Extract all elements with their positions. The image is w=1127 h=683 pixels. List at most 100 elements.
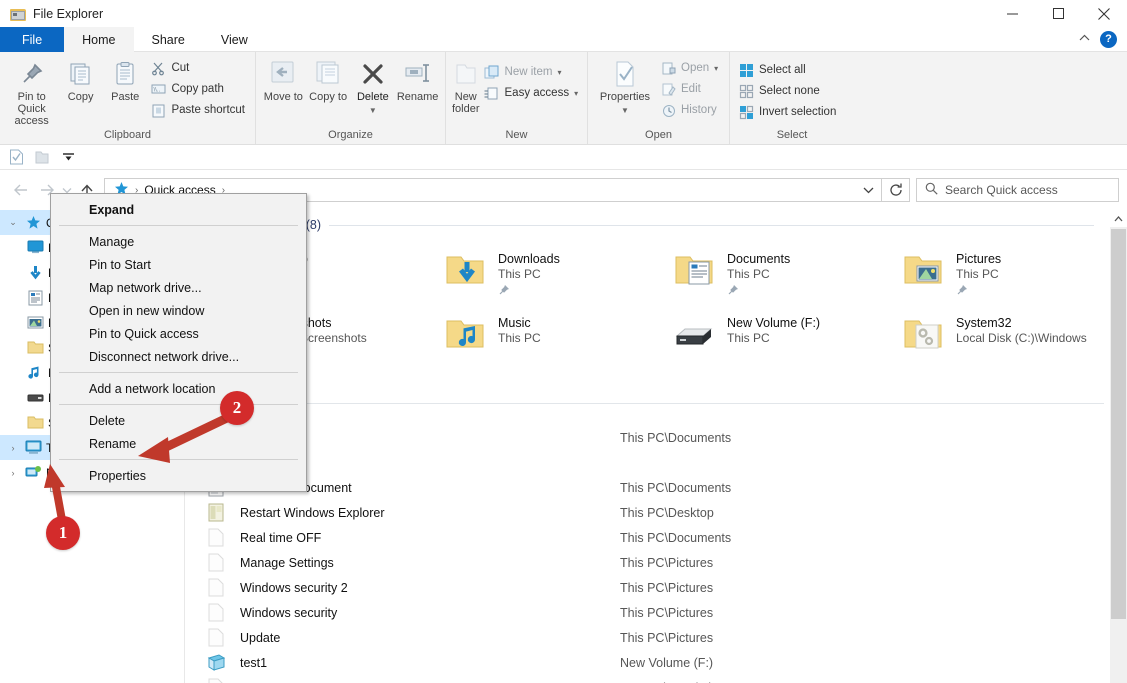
folder-tile-new-volume-f[interactable]: New Volume (F:) This PC — [673, 316, 923, 356]
rename-icon — [404, 59, 432, 89]
chevron-down-icon[interactable]: ⌄ — [6, 217, 20, 228]
button-label: History — [681, 104, 717, 116]
chevron-right-icon[interactable]: › — [6, 468, 20, 478]
downloads-icon — [26, 264, 44, 282]
table-row[interactable]: Windows security This PC\Pictures — [186, 600, 1127, 625]
button-label: Rename — [397, 91, 439, 103]
context-menu-item-map-network-drive[interactable]: Map network drive... — [51, 276, 306, 299]
file-list-pane[interactable]: ⌄ Frequent folders (8) Desktop This PC D — [186, 210, 1127, 683]
table-row[interactable]: Restart Windows Explorer This PC\Desktop — [186, 500, 1127, 525]
maximize-icon[interactable] — [1035, 0, 1081, 27]
open-icon — [660, 60, 676, 76]
folder-tile-music[interactable]: Music This PC — [444, 316, 694, 356]
table-row[interactable]: This PC\Documents — [186, 425, 1127, 450]
help-icon[interactable]: ? — [1100, 31, 1117, 48]
table-row[interactable]: Update This PC\Pictures — [186, 625, 1127, 650]
invert-selection-button[interactable]: Invert selection — [736, 103, 840, 121]
pin-to-quick-access-button[interactable]: Pin to Quick access — [6, 55, 57, 127]
context-menu-separator — [59, 372, 298, 373]
address-dropdown-icon[interactable] — [857, 179, 879, 201]
easy-access-button[interactable]: Easy access ▾ — [482, 84, 583, 102]
context-menu-item-pin-to-quick-access[interactable]: Pin to Quick access — [51, 322, 306, 345]
blank-file-icon — [206, 628, 226, 648]
open-button[interactable]: Open ▾ — [658, 59, 722, 77]
select-all-button[interactable]: Select all — [736, 61, 840, 79]
cut-button[interactable]: Cut — [148, 59, 249, 77]
copy-button[interactable]: Copy — [59, 55, 102, 103]
folder-tile-downloads[interactable]: Downloads This PC — [444, 252, 694, 299]
history-button[interactable]: History — [658, 101, 722, 119]
move-to-button[interactable]: Move to — [262, 55, 305, 103]
folder-tile-documents[interactable]: Documents This PC — [673, 252, 923, 299]
context-menu-item-open-in-new-window[interactable]: Open in new window — [51, 299, 306, 322]
minimize-icon[interactable] — [989, 0, 1035, 27]
context-menu[interactable]: Expand Manage Pin to Start Map network d… — [50, 193, 307, 492]
select-none-button[interactable]: Select none — [736, 82, 840, 100]
table-row[interactable]: test1 New Volume (F:) — [186, 650, 1127, 675]
button-label: Pin to Quick access — [6, 91, 57, 127]
edit-button[interactable]: Edit — [658, 80, 722, 98]
new-folder-button[interactable]: New folder — [452, 55, 480, 115]
context-menu-item-manage[interactable]: Manage — [51, 230, 306, 253]
rename-button[interactable]: Rename — [396, 55, 439, 103]
customize-dropdown-icon[interactable] — [58, 147, 78, 167]
vertical-scrollbar[interactable] — [1110, 210, 1127, 683]
network-icon — [24, 464, 42, 482]
chevron-up-icon[interactable] — [1110, 210, 1127, 227]
context-menu-item-expand[interactable]: Expand — [51, 198, 306, 221]
properties-button[interactable]: Properties ▼ — [594, 55, 656, 117]
tab-share[interactable]: Share — [134, 27, 203, 52]
group-divider — [329, 225, 1094, 226]
tile-name: System32 — [956, 316, 1087, 331]
chevron-down-icon[interactable]: ▼ — [369, 105, 377, 117]
folder-icon — [26, 339, 44, 357]
back-arrow-icon[interactable] — [8, 177, 34, 203]
properties-small-icon[interactable] — [6, 147, 26, 167]
delete-button[interactable]: Delete ▼ — [352, 55, 395, 117]
context-menu-item-add-a-network-location[interactable]: Add a network location — [51, 377, 306, 400]
context-menu-item-rename[interactable]: Rename — [51, 432, 306, 455]
quick-access-star-icon — [24, 214, 42, 232]
blank-file-icon — [206, 528, 226, 548]
table-row[interactable]: New Text Document This PC\Documents — [186, 475, 1127, 500]
table-row[interactable]: WINDOWS 10 HD New Volume (F:) — [186, 675, 1127, 683]
paste-button[interactable]: Paste — [104, 55, 147, 103]
chevron-right-icon[interactable]: › — [6, 443, 20, 453]
copy-path-button[interactable]: \\.. Copy path — [148, 80, 249, 98]
context-menu-item-delete[interactable]: Delete — [51, 409, 306, 432]
paste-shortcut-button[interactable]: Paste shortcut — [148, 101, 249, 119]
button-label: Copy path — [171, 83, 223, 95]
refresh-icon[interactable] — [882, 178, 910, 202]
table-row[interactable]: Real time OFF This PC\Documents — [186, 525, 1127, 550]
copy-icon — [68, 59, 94, 89]
scrollbar-thumb[interactable] — [1111, 229, 1126, 619]
context-menu-item-properties[interactable]: Properties — [51, 464, 306, 487]
chevron-down-icon[interactable]: ▼ — [621, 105, 629, 117]
chevron-up-icon[interactable] — [1079, 33, 1090, 45]
annotation-badge-2: 2 — [220, 391, 254, 425]
table-row[interactable]: Windows security 2 This PC\Pictures — [186, 575, 1127, 600]
ribbon-group-organize: Move to Copy to Delete ▼ Rename — [255, 52, 445, 144]
tab-home[interactable]: Home — [64, 27, 133, 52]
chevron-down-icon[interactable]: ▾ — [557, 68, 561, 77]
table-row[interactable]: Manage Settings This PC\Pictures — [186, 550, 1127, 575]
button-label: Open — [681, 62, 709, 74]
blank-file-icon — [206, 553, 226, 573]
group-header-frequent-folders[interactable]: ⌄ Frequent folders (8) — [194, 218, 1094, 232]
new-item-button[interactable]: New item ▾ — [482, 63, 583, 81]
tab-view[interactable]: View — [203, 27, 266, 52]
title-bar: File Explorer — [0, 0, 1127, 27]
close-icon[interactable] — [1081, 0, 1127, 27]
context-menu-item-disconnect-network-drive[interactable]: Disconnect network drive... — [51, 345, 306, 368]
chevron-down-icon[interactable]: ▾ — [574, 89, 578, 98]
new-folder-small-icon[interactable] — [32, 147, 52, 167]
copy-to-button[interactable]: Copy to — [307, 55, 350, 103]
folder-tile-system32[interactable]: System32 Local Disk (C:)\Windows — [902, 316, 1127, 356]
context-menu-item-pin-to-start[interactable]: Pin to Start — [51, 253, 306, 276]
pin-icon — [727, 284, 790, 299]
folder-tile-pictures[interactable]: Pictures This PC — [902, 252, 1127, 299]
search-input[interactable]: Search Quick access — [916, 178, 1119, 202]
chevron-down-icon[interactable]: ▾ — [714, 64, 718, 73]
music-icon — [26, 364, 44, 382]
tab-file[interactable]: File — [0, 27, 64, 52]
